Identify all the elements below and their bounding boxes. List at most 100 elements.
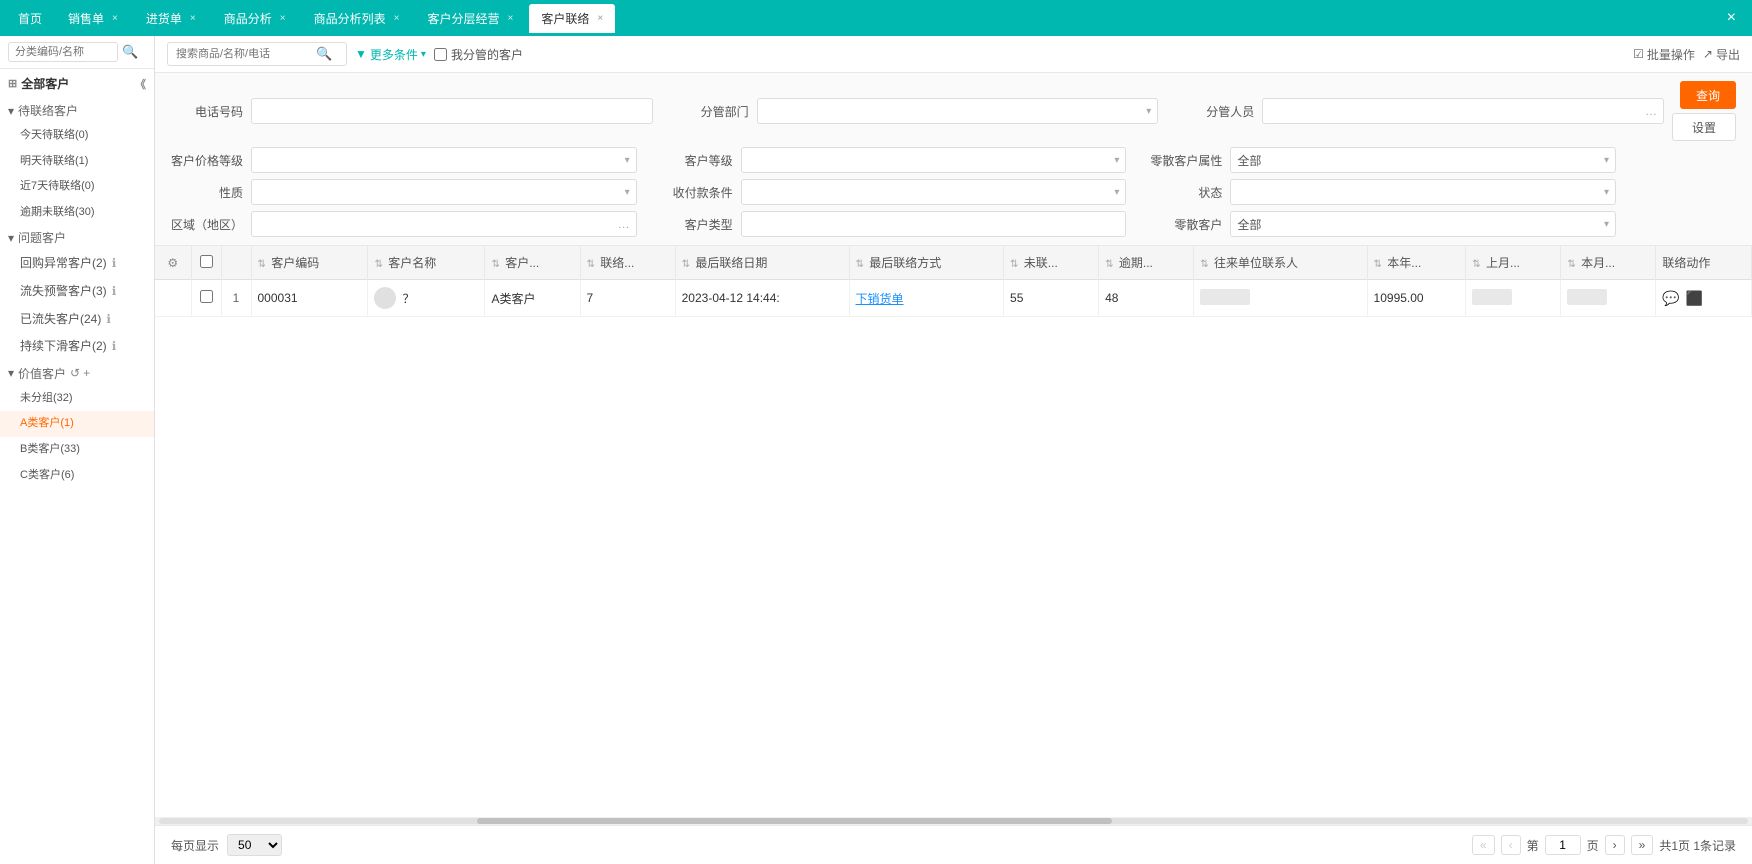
col-this-year[interactable]: ⇅ 本年...	[1367, 246, 1466, 280]
first-page-button[interactable]: «	[1472, 835, 1495, 855]
setting-button[interactable]: 设置	[1672, 113, 1736, 141]
row-seq: 1	[221, 280, 251, 317]
sparse-cust-arrow: ▾	[1604, 219, 1609, 230]
filter-customer-level: 客户等级 ▾	[661, 147, 1127, 173]
manager-dots-icon: …	[1645, 104, 1657, 118]
col-last-month[interactable]: ⇅ 上月...	[1466, 246, 1561, 280]
filter-region: 区域（地区） …	[171, 211, 637, 237]
col-name[interactable]: ⇅ 客户名称	[368, 246, 485, 280]
filter-manager-label: 分管人员	[1182, 103, 1262, 120]
last-page-button[interactable]: »	[1631, 835, 1654, 855]
row-last-method[interactable]: 下销货单	[849, 280, 1004, 317]
filter-phone: 电话号码	[171, 98, 653, 124]
section-value-customers[interactable]: ▾ 价值客户 ↺ +	[0, 361, 154, 386]
sidebar-item-b-class[interactable]: B类客户(33)	[0, 437, 154, 463]
filter-more-button[interactable]: ▼ 更多条件 ▾	[355, 46, 426, 63]
filter-status-label: 状态	[1150, 184, 1230, 201]
qr-icon[interactable]: ⬛	[1686, 290, 1703, 307]
sidebar-item-overdue[interactable]: 逾期未联络(30)	[0, 200, 154, 226]
sidebar-search-icon[interactable]: 🔍	[122, 44, 138, 60]
filter-manager-input-wrap: …	[1262, 98, 1664, 124]
sidebar-item-churned[interactable]: 已流失客户(24) ℹ	[0, 306, 154, 334]
chat-icon[interactable]: 💬	[1662, 290, 1679, 307]
page-size-select[interactable]: 10 20 50 100	[227, 834, 282, 856]
next-page-button[interactable]: ›	[1605, 835, 1625, 855]
close-analysis-tab[interactable]: ×	[280, 13, 286, 24]
filter-phone-input[interactable]	[251, 98, 653, 124]
row-checkbox-cell[interactable]	[191, 280, 221, 317]
col-type[interactable]: ⇅ 客户...	[485, 246, 580, 280]
close-all-button[interactable]: ×	[1719, 5, 1744, 31]
sidebar-item-tomorrow[interactable]: 明天待联络(1)	[0, 149, 154, 175]
batch-ops-button[interactable]: ☑ 批量操作	[1633, 46, 1695, 63]
sidebar-item-ungrouped[interactable]: 未分组(32)	[0, 386, 154, 412]
total-info: 共1页 1条记录	[1659, 837, 1736, 854]
section-problem-customers[interactable]: ▾ 问题客户	[0, 225, 154, 250]
nav-tab-analysis-list[interactable]: 商品分析列表 ×	[302, 4, 412, 33]
close-analysis-list-tab[interactable]: ×	[394, 13, 400, 24]
close-purchase-tab[interactable]: ×	[190, 13, 196, 24]
select-all-checkbox[interactable]	[200, 255, 213, 268]
sidebar-item-repeat-anomaly[interactable]: 回购异常客户(2) ℹ	[0, 250, 154, 278]
table-checkbox-header[interactable]	[191, 246, 221, 280]
filter-manager-select[interactable]: …	[1262, 98, 1664, 124]
export-button[interactable]: ↗ 导出	[1703, 46, 1740, 63]
sidebar-item-c-class[interactable]: C类客户(6)	[0, 463, 154, 489]
filter-nature-select[interactable]: ▾	[251, 179, 637, 205]
sidebar-item-7days[interactable]: 近7天待联络(0)	[0, 174, 154, 200]
row-checkbox[interactable]	[200, 290, 213, 303]
col-last-date-sort-icon: ⇅	[682, 259, 690, 270]
row-this-year: 10995.00	[1367, 280, 1466, 317]
col-no-contact[interactable]: ⇅ 未联...	[1004, 246, 1099, 280]
all-customers-header[interactable]: ⊞ 全部客户 《	[0, 69, 154, 98]
filter-sparse-cust-select[interactable]: 全部 ▾	[1230, 211, 1616, 237]
nav-tab-customer-mgmt[interactable]: 客户分层经营 ×	[415, 4, 525, 33]
query-button[interactable]: 查询	[1680, 81, 1736, 109]
filter-dept-select[interactable]: ▾	[757, 98, 1159, 124]
scrollbar-thumb[interactable]	[477, 818, 1113, 824]
filter-price-level-select[interactable]: ▾	[251, 147, 637, 173]
filter-sparse-attr-select[interactable]: 全部 ▾	[1230, 147, 1616, 173]
value-section-actions: ↺ +	[70, 366, 90, 380]
sidebar-item-declining[interactable]: 持续下滑客户(2) ℹ	[0, 333, 154, 361]
sidebar-search-input[interactable]	[8, 42, 118, 62]
nav-tab-analysis[interactable]: 商品分析 ×	[212, 4, 298, 33]
nav-home[interactable]: 首页	[8, 4, 52, 33]
filter-region-select[interactable]: …	[251, 211, 637, 237]
table-settings-header[interactable]: ⚙	[155, 246, 191, 280]
close-customer-mgmt-tab[interactable]: ×	[507, 13, 513, 24]
this-month-placeholder	[1567, 289, 1607, 305]
col-last-date[interactable]: ⇅ 最后联络日期	[675, 246, 849, 280]
filter-customer-level-select[interactable]: ▾	[741, 147, 1127, 173]
prev-page-button[interactable]: ‹	[1501, 835, 1521, 855]
filter-status-select[interactable]: ▾	[1230, 179, 1616, 205]
add-group-icon[interactable]: +	[83, 366, 90, 380]
filter-cust-type-select[interactable]	[741, 211, 1127, 237]
my-customers-check[interactable]	[434, 48, 447, 61]
sidebar-item-churn-warning[interactable]: 流失预警客户(3) ℹ	[0, 278, 154, 306]
col-overdue[interactable]: ⇅ 逾期...	[1099, 246, 1194, 280]
col-last-method[interactable]: ⇅ 最后联络方式	[849, 246, 1004, 280]
col-contacts[interactable]: ⇅ 往来单位联系人	[1194, 246, 1367, 280]
my-customers-checkbox[interactable]: 我分管的客户	[434, 46, 523, 63]
page-number-input[interactable]	[1545, 835, 1581, 855]
horizontal-scrollbar[interactable]	[155, 817, 1752, 825]
filter-search-input[interactable]	[176, 48, 316, 60]
nav-tab-customer-contact[interactable]: 客户联络 ×	[529, 4, 615, 33]
col-code[interactable]: ⇅ 客户编码	[251, 246, 368, 280]
close-sales-tab[interactable]: ×	[112, 13, 118, 24]
col-contact[interactable]: ⇅ 联络...	[580, 246, 675, 280]
filter-region-label: 区域（地区）	[171, 216, 251, 233]
sidebar-item-today[interactable]: 今天待联络(0)	[0, 123, 154, 149]
close-customer-contact-tab[interactable]: ×	[597, 13, 603, 24]
section-pending-contact[interactable]: ▾ 待联络客户	[0, 98, 154, 123]
refresh-icon[interactable]: ↺	[70, 366, 80, 380]
filter-payment-select[interactable]: ▾	[741, 179, 1127, 205]
col-this-month[interactable]: ⇅ 本月...	[1561, 246, 1656, 280]
sidebar-item-a-class[interactable]: A类客户(1)	[0, 411, 154, 437]
filter-search-icon[interactable]: 🔍	[316, 46, 332, 62]
filter-row-1: 电话号码 分管部门 ▾ 分管	[171, 81, 1736, 141]
nav-tab-purchase[interactable]: 进货单 ×	[134, 4, 208, 33]
col-this-year-sort-icon: ⇅	[1374, 259, 1382, 270]
nav-tab-sales[interactable]: 销售单 ×	[56, 4, 130, 33]
